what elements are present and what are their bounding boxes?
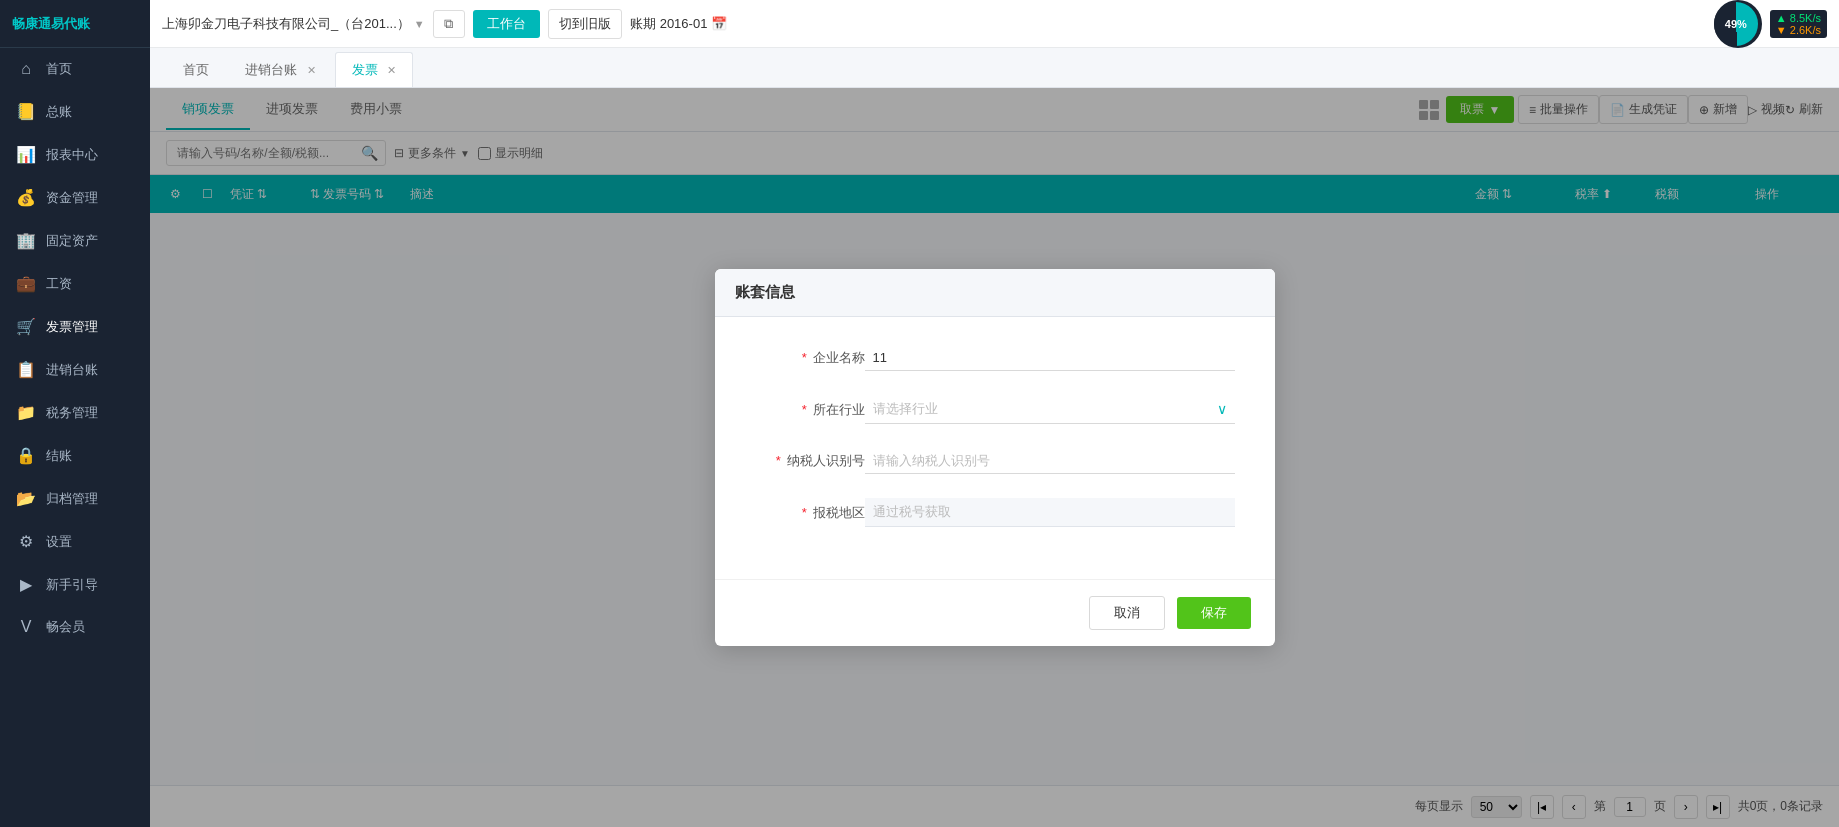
period-value: 2016-01 bbox=[660, 16, 708, 31]
sidebar-label-close: 结账 bbox=[46, 447, 72, 465]
copy-icon: ⧉ bbox=[444, 16, 453, 32]
sidebar-item-settings[interactable]: ⚙ 设置 bbox=[0, 520, 150, 563]
main-area: 上海卯金刀电子科技有限公司_（台201...） ▼ ⧉ 工作台 切到旧版 账期 … bbox=[150, 0, 1839, 827]
close-icon: 🔒 bbox=[16, 446, 36, 465]
workbench-button[interactable]: 工作台 bbox=[473, 10, 540, 38]
logo-text: 畅康通易代账 bbox=[12, 15, 90, 33]
company-name-label: * 企业名称 bbox=[755, 349, 865, 367]
sidebar-label-archive: 归档管理 bbox=[46, 490, 98, 508]
sidebar-item-report[interactable]: 📊 报表中心 bbox=[0, 133, 150, 176]
sidebar-item-ledger[interactable]: 📒 总账 bbox=[0, 90, 150, 133]
topbar-right: 49% ▲ 8.5K/s ▼ 2.6K/s bbox=[1714, 0, 1827, 48]
home-icon: ⌂ bbox=[16, 60, 36, 78]
ledger-icon: 📒 bbox=[16, 102, 36, 121]
save-button[interactable]: 保存 bbox=[1177, 597, 1251, 629]
sidebar-label-tax: 税务管理 bbox=[46, 404, 98, 422]
cancel-button[interactable]: 取消 bbox=[1089, 596, 1165, 630]
sales-icon: 📋 bbox=[16, 360, 36, 379]
form-row-industry: * 所在行业 请选择行业 ∨ bbox=[755, 395, 1235, 424]
sidebar-item-sales[interactable]: 📋 进销台账 bbox=[0, 348, 150, 391]
sidebar-label-home: 首页 bbox=[46, 60, 72, 78]
dialog-footer: 取消 保存 bbox=[715, 579, 1275, 646]
sidebar-item-capital[interactable]: 💰 资金管理 bbox=[0, 176, 150, 219]
member-icon: V bbox=[16, 618, 36, 636]
switch-old-button[interactable]: 切到旧版 bbox=[548, 9, 622, 39]
period-selector[interactable]: 账期 2016-01 📅 bbox=[630, 15, 728, 33]
tab-close-invoice[interactable]: ✕ bbox=[387, 64, 396, 76]
sidebar-label-report: 报表中心 bbox=[46, 146, 98, 164]
speed-percent: 49% bbox=[1725, 18, 1747, 30]
tab-purchase-ledger[interactable]: 进销台账 ✕ bbox=[228, 52, 333, 87]
capital-icon: 💰 bbox=[16, 188, 36, 207]
sidebar-item-home[interactable]: ⌂ 首页 bbox=[0, 48, 150, 90]
sidebar-item-archive[interactable]: 📂 归档管理 bbox=[0, 477, 150, 520]
sidebar-label-ledger: 总账 bbox=[46, 103, 72, 121]
sidebar-item-member[interactable]: V 畅会员 bbox=[0, 606, 150, 648]
dialog-title: 账套信息 bbox=[715, 269, 1275, 317]
archive-icon: 📂 bbox=[16, 489, 36, 508]
speed-down: ▼ 2.6K/s bbox=[1776, 24, 1821, 36]
speed-up: ▲ 8.5K/s bbox=[1776, 12, 1821, 24]
sidebar-label-invoice: 发票管理 bbox=[46, 318, 98, 336]
sidebar-label-settings: 设置 bbox=[46, 533, 72, 551]
sidebar-label-capital: 资金管理 bbox=[46, 189, 98, 207]
sidebar-item-assets[interactable]: 🏢 固定资产 bbox=[0, 219, 150, 262]
calendar-icon: 📅 bbox=[711, 16, 727, 31]
period-label: 账期 bbox=[630, 15, 656, 33]
sidebar: 畅康通易代账 ⌂ 首页 📒 总账 📊 报表中心 💰 资金管理 🏢 固定资产 💼 工资 🛒 发票管理 📋 进销台… bbox=[0, 0, 150, 827]
tax-region-display: 通过税号获取 bbox=[865, 498, 1235, 527]
form-row-tax-id: * 纳税人识别号 bbox=[755, 448, 1235, 474]
sidebar-item-invoice[interactable]: 🛒 发票管理 bbox=[0, 305, 150, 348]
sidebar-label-guide: 新手引导 bbox=[46, 576, 98, 594]
industry-dropdown-icon: ∨ bbox=[1217, 401, 1227, 417]
content-area: 销项发票 进项发票 费用小票 取票 ▼ bbox=[150, 88, 1839, 827]
tab-home[interactable]: 首页 bbox=[166, 52, 226, 87]
report-icon: 📊 bbox=[16, 145, 36, 164]
tab-close-purchase[interactable]: ✕ bbox=[307, 64, 316, 76]
sidebar-label-member: 畅会员 bbox=[46, 618, 85, 636]
tax-region-label: * 报税地区 bbox=[755, 504, 865, 522]
assets-icon: 🏢 bbox=[16, 231, 36, 250]
tab-invoice[interactable]: 发票 ✕ bbox=[335, 52, 414, 87]
salary-icon: 💼 bbox=[16, 274, 36, 293]
copy-icon-btn[interactable]: ⧉ bbox=[433, 10, 465, 38]
speed-circle: 49% bbox=[1714, 2, 1758, 46]
company-name: 上海卯金刀电子科技有限公司_（台201...） bbox=[162, 15, 410, 33]
invoice-icon: 🛒 bbox=[16, 317, 36, 336]
company-dropdown-arrow: ▼ bbox=[414, 18, 425, 30]
tax-id-input[interactable] bbox=[865, 448, 1235, 474]
company-selector[interactable]: 上海卯金刀电子科技有限公司_（台201...） ▼ bbox=[162, 15, 425, 33]
guide-icon: ▶ bbox=[16, 575, 36, 594]
sidebar-label-sales: 进销台账 bbox=[46, 361, 98, 379]
speed-info: ▲ 8.5K/s ▼ 2.6K/s bbox=[1770, 10, 1827, 38]
sidebar-item-tax[interactable]: 📁 税务管理 bbox=[0, 391, 150, 434]
industry-placeholder: 请选择行业 bbox=[873, 400, 1217, 418]
sidebar-item-close[interactable]: 🔒 结账 bbox=[0, 434, 150, 477]
settings-icon: ⚙ bbox=[16, 532, 36, 551]
sidebar-item-guide[interactable]: ▶ 新手引导 bbox=[0, 563, 150, 606]
sidebar-item-salary[interactable]: 💼 工资 bbox=[0, 262, 150, 305]
tab-bar: 首页 进销台账 ✕ 发票 ✕ bbox=[150, 48, 1839, 88]
tax-id-label: * 纳税人识别号 bbox=[755, 452, 865, 470]
modal-overlay: 账套信息 * 企业名称 * 所在行业 bbox=[150, 88, 1839, 827]
form-row-tax-region: * 报税地区 通过税号获取 bbox=[755, 498, 1235, 527]
sidebar-label-salary: 工资 bbox=[46, 275, 72, 293]
form-row-company: * 企业名称 bbox=[755, 345, 1235, 371]
tax-icon: 📁 bbox=[16, 403, 36, 422]
industry-select[interactable]: 请选择行业 ∨ bbox=[865, 395, 1235, 424]
industry-label: * 所在行业 bbox=[755, 401, 865, 419]
speed-widget: 49% bbox=[1714, 0, 1762, 48]
company-name-input[interactable] bbox=[865, 345, 1235, 371]
sidebar-label-assets: 固定资产 bbox=[46, 232, 98, 250]
app-logo: 畅康通易代账 bbox=[0, 0, 150, 48]
topbar: 上海卯金刀电子科技有限公司_（台201...） ▼ ⧉ 工作台 切到旧版 账期 … bbox=[150, 0, 1839, 48]
dialog-account-info: 账套信息 * 企业名称 * 所在行业 bbox=[715, 269, 1275, 646]
dialog-body: * 企业名称 * 所在行业 请选择行业 ∨ bbox=[715, 317, 1275, 579]
